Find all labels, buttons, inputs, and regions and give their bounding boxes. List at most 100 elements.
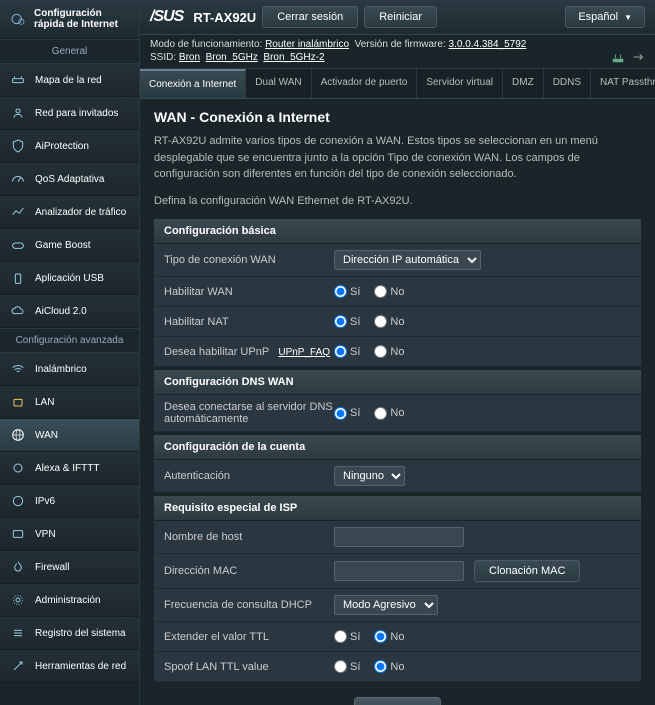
enable-nat-no[interactable] — [374, 315, 387, 328]
sidebar-item-vpn[interactable]: VPN — [0, 518, 139, 551]
sidebar-item-wireless[interactable]: Inalámbrico — [0, 353, 139, 386]
gear-icon — [8, 592, 28, 608]
auto-dns-yes[interactable] — [334, 407, 347, 420]
sidebar-item-wan[interactable]: WAN — [0, 419, 139, 452]
dhcp-freq-label: Frecuencia de consulta DHCP — [164, 599, 334, 611]
mode-link[interactable]: Router inalámbrico — [265, 39, 349, 50]
sidebar-item-guest-network[interactable]: Red para invitados — [0, 97, 139, 130]
section-header-account: Configuración de la cuenta — [154, 435, 641, 460]
sidebar-item-nettools[interactable]: Herramientas de red — [0, 650, 139, 683]
tabs: Conexión a Internet Dual WAN Activador d… — [140, 69, 655, 99]
tab-dual-wan[interactable]: Dual WAN — [246, 69, 311, 98]
sidebar-item-usb[interactable]: Aplicación USB — [0, 262, 139, 295]
section-account: Configuración de la cuenta Autenticación… — [154, 435, 641, 493]
chevron-down-icon: ▼ — [624, 13, 632, 22]
sidebar-quick-setup[interactable]: Configuración rápida de Internet — [0, 0, 139, 39]
ttl-extend-no[interactable] — [374, 630, 387, 643]
vpn-icon — [8, 526, 28, 542]
status-icon-mesh[interactable] — [611, 50, 625, 64]
sidebar-item-traffic[interactable]: Analizador de tráfico — [0, 196, 139, 229]
tools-icon — [8, 658, 28, 674]
page-desc-1: RT-AX92U admite varios tipos de conexión… — [154, 133, 641, 183]
hostname-label: Nombre de host — [164, 531, 334, 543]
hostname-input[interactable] — [334, 527, 464, 547]
page-title: WAN - Conexión a Internet — [154, 109, 641, 125]
chart-icon — [8, 204, 28, 220]
sidebar-item-syslog[interactable]: Registro del sistema — [0, 617, 139, 650]
sidebar-item-aiprotection[interactable]: AiProtection — [0, 130, 139, 163]
topbar: /SUS RT-AX92U Cerrar sesión Reiniciar Es… — [140, 0, 655, 35]
sidebar-item-qos[interactable]: QoS Adaptativa — [0, 163, 139, 196]
tab-nat-passthrough[interactable]: NAT Passthrough — [591, 69, 655, 98]
firmware-link[interactable]: 3.0.0.4.384_5792 — [449, 39, 527, 50]
language-selector[interactable]: Español ▼ — [565, 6, 645, 28]
section-header-isp: Requisito especial de ISP — [154, 496, 641, 521]
model-label: RT-AX92U — [193, 10, 256, 25]
dhcp-freq-select[interactable]: Modo Agresivo — [334, 595, 438, 615]
tab-dmz[interactable]: DMZ — [503, 69, 544, 98]
enable-nat-label: Habilitar NAT — [164, 316, 334, 328]
sidebar-item-lan[interactable]: LAN — [0, 386, 139, 419]
logout-button[interactable]: Cerrar sesión — [262, 6, 358, 28]
content: WAN - Conexión a Internet RT-AX92U admit… — [140, 99, 655, 705]
enable-wan-yes[interactable] — [334, 285, 347, 298]
section-dns: Configuración DNS WAN Desea conectarse a… — [154, 370, 641, 432]
section-isp: Requisito especial de ISP Nombre de host… — [154, 496, 641, 682]
lan-icon — [8, 394, 28, 410]
sidebar-quick-label: Configuración rápida de Internet — [34, 8, 131, 30]
sidebar-item-aicloud[interactable]: AiCloud 2.0 — [0, 295, 139, 328]
tab-internet-connection[interactable]: Conexión a Internet — [140, 69, 246, 98]
section-basic: Configuración básica Tipo de conexión WA… — [154, 219, 641, 367]
fire-icon — [8, 559, 28, 575]
ttl-spoof-no[interactable] — [374, 660, 387, 673]
enable-wan-no[interactable] — [374, 285, 387, 298]
sidebar-item-game-boost[interactable]: Game Boost — [0, 229, 139, 262]
auto-dns-no[interactable] — [374, 407, 387, 420]
sidebar-item-ipv6[interactable]: IPv6 — [0, 485, 139, 518]
usb-icon — [8, 270, 28, 286]
enable-upnp-yes[interactable] — [334, 345, 347, 358]
apply-button[interactable]: Aplicar — [354, 697, 441, 705]
sidebar-item-network-map[interactable]: Mapa de la red — [0, 64, 139, 97]
sidebar-item-alexa[interactable]: Alexa & IFTTT — [0, 452, 139, 485]
tab-ddns[interactable]: DDNS — [544, 69, 591, 98]
mac-clone-button[interactable]: Clonación MAC — [474, 560, 580, 582]
voice-icon — [8, 460, 28, 476]
section-header-dns: Configuración DNS WAN — [154, 370, 641, 395]
tab-virtual-server[interactable]: Servidor virtual — [417, 69, 503, 98]
auth-label: Autenticación — [164, 470, 334, 482]
ttl-extend-yes[interactable] — [334, 630, 347, 643]
ttl-spoof-yes[interactable] — [334, 660, 347, 673]
ttl-extend-label: Extender el valor TTL — [164, 631, 334, 643]
status-icon-usb[interactable] — [631, 50, 645, 64]
enable-upnp-no[interactable] — [374, 345, 387, 358]
upnp-faq-link[interactable]: UPnP_FAQ — [278, 347, 330, 358]
list-icon — [8, 625, 28, 641]
page-desc-2: Defina la configuración WAN Ethernet de … — [154, 193, 641, 210]
sidebar-item-firewall[interactable]: Firewall — [0, 551, 139, 584]
ttl-spoof-label: Spoof LAN TTL value — [164, 661, 334, 673]
sidebar-item-admin[interactable]: Administración — [0, 584, 139, 617]
router-icon — [8, 72, 28, 88]
sidebar-section-advanced: Configuración avanzada — [0, 328, 139, 353]
info-bar: Modo de funcionamiento: Router inalámbri… — [140, 35, 655, 69]
ssid-2: Bron_5GHz — [206, 52, 258, 63]
mac-input[interactable] — [334, 561, 464, 581]
ssid-1: Bron — [179, 52, 200, 63]
enable-nat-yes[interactable] — [334, 315, 347, 328]
globe-icon — [8, 427, 28, 443]
wan-type-select[interactable]: Dirección IP automática — [334, 250, 481, 270]
gamepad-icon — [8, 237, 28, 253]
auth-select[interactable]: Ninguno — [334, 466, 405, 486]
sidebar-section-general: General — [0, 39, 139, 64]
enable-upnp-label: Desea habilitar UPnP UPnP_FAQ — [164, 346, 334, 358]
auto-dns-label: Desea conectarse al servidor DNS automát… — [164, 401, 334, 425]
brand-logo: /SUS — [150, 8, 183, 26]
tab-port-trigger[interactable]: Activador de puerto — [312, 69, 418, 98]
reboot-button[interactable]: Reiniciar — [364, 6, 437, 28]
section-header-basic: Configuración básica — [154, 219, 641, 244]
mac-label: Dirección MAC — [164, 565, 334, 577]
ssid-3: Bron_5GHz-2 — [263, 52, 324, 63]
wan-type-label: Tipo de conexión WAN — [164, 254, 334, 266]
ipv6-icon — [8, 493, 28, 509]
